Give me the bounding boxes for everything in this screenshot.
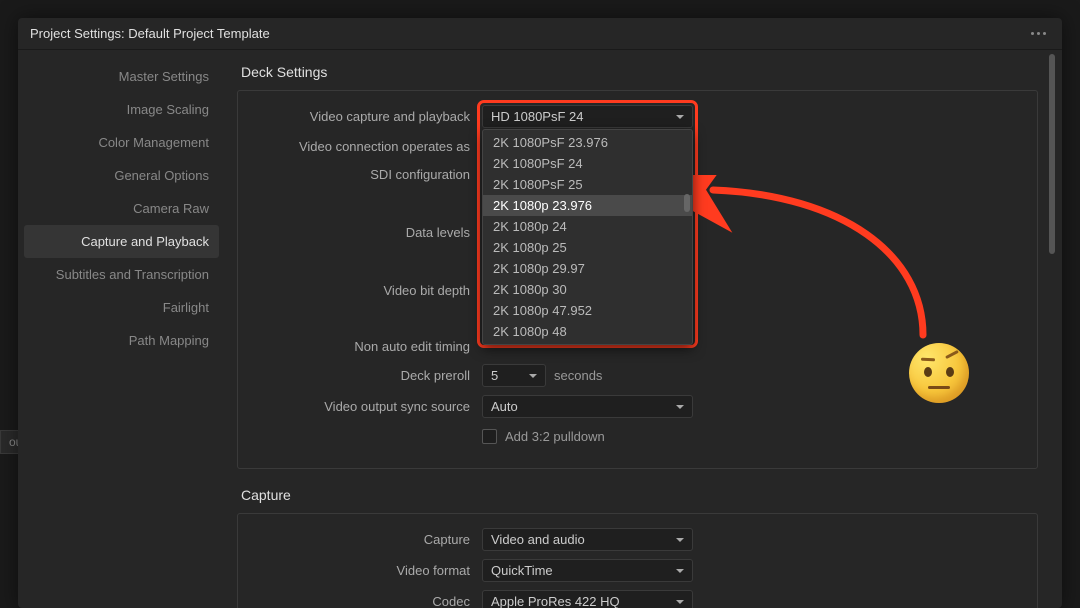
label-video-capture: Video capture and playback <box>256 109 482 124</box>
dropdown-option[interactable]: 2K 1080PsF 25 <box>483 174 692 195</box>
label-video-format: Video format <box>256 563 482 578</box>
sidebar-item-master-settings[interactable]: Master Settings <box>18 60 225 93</box>
label-capture: Capture <box>256 532 482 547</box>
project-settings-dialog: Project Settings: Default Project Templa… <box>18 18 1062 608</box>
label-non-auto-edit: Non auto edit timing <box>256 339 482 354</box>
content-scroll: Deck Settings Video capture and playback… <box>225 50 1046 608</box>
row-add-pulldown: Add 3:2 pulldown <box>256 426 1019 446</box>
checkbox-add-pulldown[interactable] <box>482 429 497 444</box>
chevron-down-icon <box>529 374 537 378</box>
dialog-title: Project Settings: Default Project Templa… <box>30 26 270 41</box>
annotation-emoji-raised-eyebrow <box>909 343 969 403</box>
section-title-deck: Deck Settings <box>237 60 1038 90</box>
row-codec: Codec Apple ProRes 422 HQ <box>256 590 1019 608</box>
chevron-down-icon <box>676 405 684 409</box>
select-deck-preroll[interactable]: 5 <box>482 364 546 387</box>
dropdown-option[interactable]: 2K 1080p 48 <box>483 321 692 342</box>
sidebar-item-path-mapping[interactable]: Path Mapping <box>18 324 225 357</box>
label-video-output-sync: Video output sync source <box>256 399 482 414</box>
row-video-format: Video format QuickTime <box>256 559 1019 582</box>
label-add-pulldown: Add 3:2 pulldown <box>505 429 605 444</box>
settings-sidebar: Master SettingsImage ScalingColor Manage… <box>18 50 225 608</box>
settings-content: Deck Settings Video capture and playback… <box>225 50 1062 608</box>
label-deck-preroll: Deck preroll <box>256 368 482 383</box>
dropdown-option[interactable]: 2K 1080p 23.976 <box>483 195 692 216</box>
content-scrollbar-thumb[interactable] <box>1049 54 1055 254</box>
label-data-levels: Data levels <box>256 225 482 240</box>
select-value: QuickTime <box>491 563 553 578</box>
suffix-seconds: seconds <box>554 368 602 383</box>
options-menu-button[interactable] <box>1027 28 1050 39</box>
dropdown-option[interactable]: 2K 1080p 29.97 <box>483 258 692 279</box>
select-value: HD 1080PsF 24 <box>491 109 584 124</box>
label-codec: Codec <box>256 594 482 608</box>
dialog-header: Project Settings: Default Project Templa… <box>18 18 1062 50</box>
content-scrollbar-track[interactable] <box>1046 54 1058 604</box>
row-deck-preroll: Deck preroll 5 seconds <box>256 364 1019 387</box>
title-prefix: Project Settings: <box>30 26 128 41</box>
dropdown-option[interactable]: 2K 1080PsF 23.976 <box>483 132 692 153</box>
video-capture-dropdown[interactable]: 2K 1080PsF 23.9762K 1080PsF 242K 1080PsF… <box>482 129 693 345</box>
sidebar-item-general-options[interactable]: General Options <box>18 159 225 192</box>
capture-box: Capture Video and audio Video format <box>237 513 1038 608</box>
select-value: Apple ProRes 422 HQ <box>491 594 620 608</box>
row-capture: Capture Video and audio <box>256 528 1019 551</box>
select-video-format[interactable]: QuickTime <box>482 559 693 582</box>
sidebar-item-fairlight[interactable]: Fairlight <box>18 291 225 324</box>
dialog-body: Master SettingsImage ScalingColor Manage… <box>18 50 1062 608</box>
sidebar-item-camera-raw[interactable]: Camera Raw <box>18 192 225 225</box>
deck-settings-box: Video capture and playback HD 1080PsF 24… <box>237 90 1038 469</box>
row-video-output-sync: Video output sync source Auto <box>256 395 1019 418</box>
section-title-capture: Capture <box>237 483 1038 513</box>
row-video-capture: Video capture and playback HD 1080PsF 24… <box>256 105 1019 128</box>
select-value: Auto <box>491 399 518 414</box>
chevron-down-icon <box>676 600 684 604</box>
select-codec[interactable]: Apple ProRes 422 HQ <box>482 590 693 608</box>
chevron-down-icon <box>676 115 684 119</box>
dropdown-option[interactable]: 2K 1080p 30 <box>483 279 692 300</box>
sidebar-item-subtitles-and-transcription[interactable]: Subtitles and Transcription <box>18 258 225 291</box>
sidebar-item-image-scaling[interactable]: Image Scaling <box>18 93 225 126</box>
chevron-down-icon <box>676 538 684 542</box>
dropdown-option[interactable]: 2K 1080PsF 24 <box>483 153 692 174</box>
select-video-capture[interactable]: HD 1080PsF 24 <box>482 105 693 128</box>
select-value: 5 <box>491 368 498 383</box>
label-video-bit-depth: Video bit depth <box>256 283 482 298</box>
label-video-connection: Video connection operates as <box>256 139 482 154</box>
chevron-down-icon <box>676 569 684 573</box>
select-capture[interactable]: Video and audio <box>482 528 693 551</box>
dropdown-option[interactable]: 2K 1080p 25 <box>483 237 692 258</box>
select-value: Video and audio <box>491 532 585 547</box>
select-video-output-sync[interactable]: Auto <box>482 395 693 418</box>
label-sdi-config: SDI configuration <box>256 167 482 182</box>
title-project: Default Project Template <box>128 26 269 41</box>
dropdown-scrollbar[interactable] <box>684 194 690 212</box>
dropdown-option[interactable]: 2K 1080p 24 <box>483 216 692 237</box>
sidebar-item-capture-and-playback[interactable]: Capture and Playback <box>24 225 219 258</box>
dropdown-option[interactable]: 2K 1080p 47.952 <box>483 300 692 321</box>
sidebar-item-color-management[interactable]: Color Management <box>18 126 225 159</box>
